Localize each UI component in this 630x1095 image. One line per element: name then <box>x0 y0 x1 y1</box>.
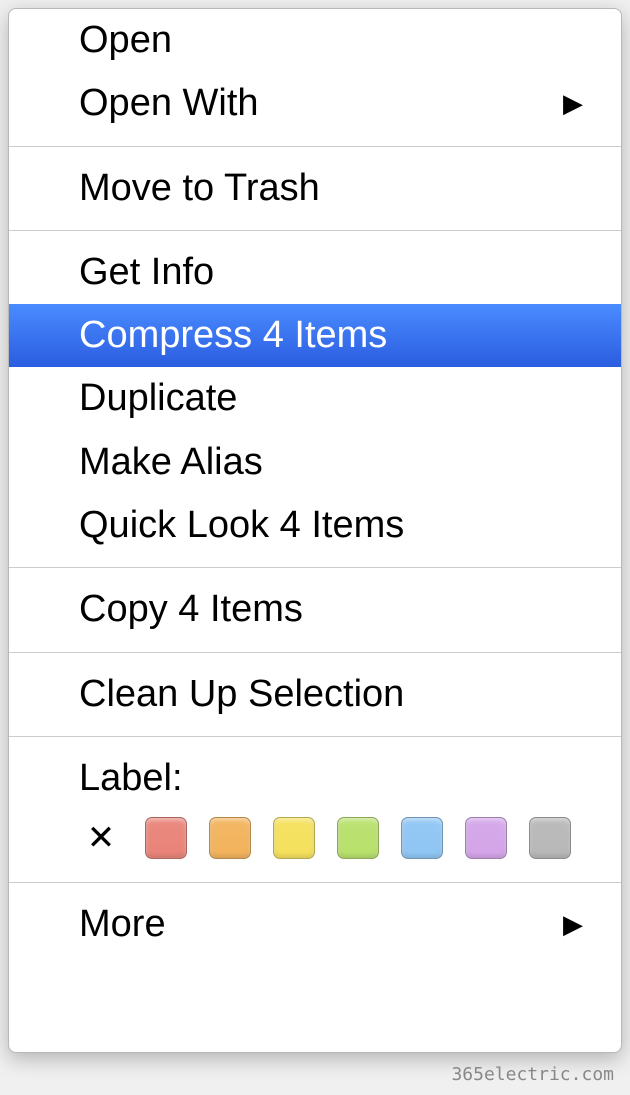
menu-item-label: Move to Trash <box>79 163 320 214</box>
label-header: Label: <box>9 747 621 810</box>
menu-item-more[interactable]: More <box>9 893 621 956</box>
label-swatches: ✕ <box>9 810 621 872</box>
label-clear[interactable]: ✕ <box>79 816 123 860</box>
watermark: 365electric.com <box>451 1064 614 1085</box>
menu-item-label: Quick Look 4 Items <box>79 500 404 551</box>
menu-item-label: Open With <box>79 78 259 129</box>
menu-item-compress[interactable]: Compress 4 Items <box>9 304 621 367</box>
menu-item-clean-up[interactable]: Clean Up Selection <box>9 663 621 726</box>
menu-separator <box>9 652 621 653</box>
label-purple[interactable] <box>465 817 507 859</box>
menu-separator <box>9 882 621 883</box>
menu-item-open[interactable]: Open <box>9 9 621 72</box>
menu-item-label: Copy 4 Items <box>79 584 303 635</box>
menu-separator <box>9 230 621 231</box>
context-menu: Open Open With Move to Trash Get Info Co… <box>8 8 622 1053</box>
menu-item-quick-look[interactable]: Quick Look 4 Items <box>9 494 621 557</box>
menu-item-open-with[interactable]: Open With <box>9 72 621 135</box>
menu-item-move-to-trash[interactable]: Move to Trash <box>9 157 621 220</box>
menu-item-duplicate[interactable]: Duplicate <box>9 367 621 430</box>
label-green[interactable] <box>337 817 379 859</box>
label-gray[interactable] <box>529 817 571 859</box>
menu-separator <box>9 567 621 568</box>
menu-item-copy[interactable]: Copy 4 Items <box>9 578 621 641</box>
label-orange[interactable] <box>209 817 251 859</box>
menu-item-label: Get Info <box>79 247 214 298</box>
menu-item-label: Open <box>79 15 172 66</box>
menu-item-label: Make Alias <box>79 437 263 488</box>
menu-item-label: More <box>79 899 166 950</box>
menu-item-label: Compress 4 Items <box>79 310 387 361</box>
label-yellow[interactable] <box>273 817 315 859</box>
label-header-text: Label: <box>79 757 183 799</box>
menu-separator <box>9 736 621 737</box>
label-blue[interactable] <box>401 817 443 859</box>
menu-item-label: Clean Up Selection <box>79 669 404 720</box>
menu-item-make-alias[interactable]: Make Alias <box>9 431 621 494</box>
menu-item-get-info[interactable]: Get Info <box>9 241 621 304</box>
label-red[interactable] <box>145 817 187 859</box>
menu-item-label: Duplicate <box>79 373 237 424</box>
menu-separator <box>9 146 621 147</box>
